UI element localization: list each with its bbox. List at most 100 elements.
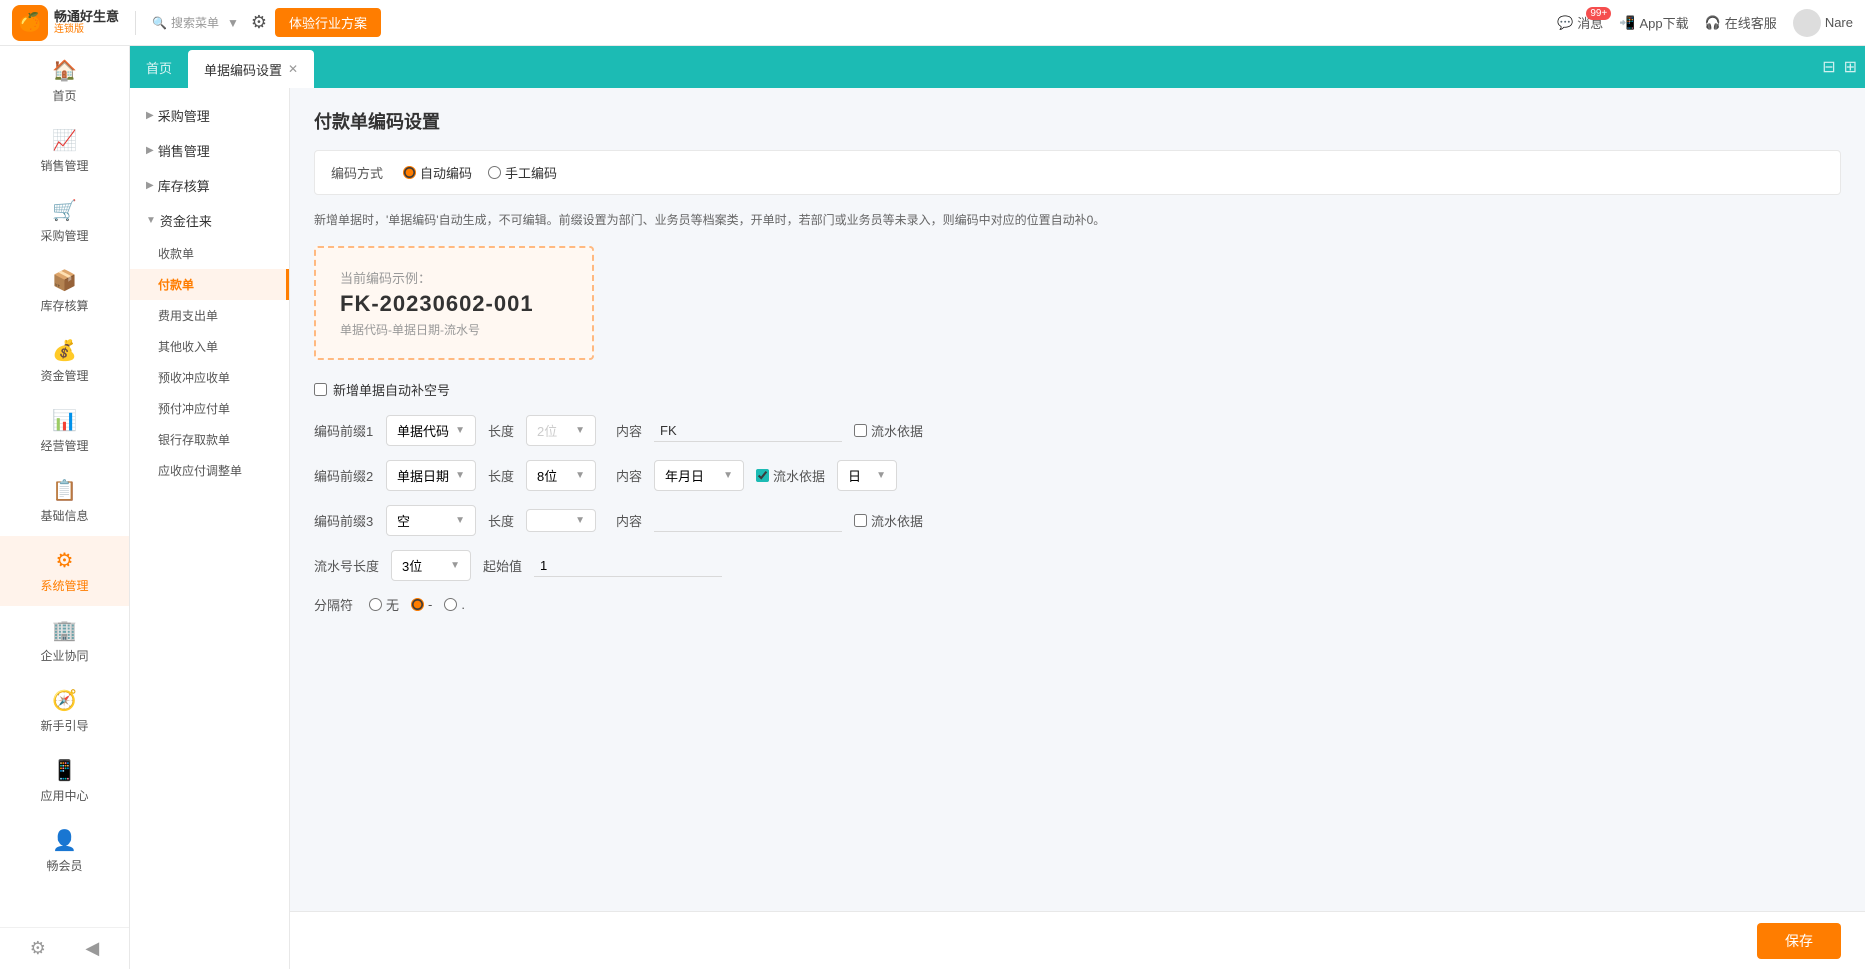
prefix3-length-select[interactable]: ▼ xyxy=(526,509,596,532)
prefix2-serial-checkbox[interactable] xyxy=(756,469,769,482)
menu-group-capital: ▼ 资金往来 收款单 付款单 费用支出单 其他收入单 预收冲应收单 预付冲应付单… xyxy=(130,203,289,486)
sidebar-item-enterprise[interactable]: 🏢 企业协同 xyxy=(0,606,129,676)
prefix1-length-label: 长度 xyxy=(488,421,514,440)
purchase-icon: 🛒 xyxy=(52,198,77,223)
prefix1-length-select[interactable]: 2位 ▼ xyxy=(526,415,596,446)
experience-button[interactable]: 体验行业方案 xyxy=(275,8,381,37)
menu-item-bank-deposit[interactable]: 银行存取款单 xyxy=(130,424,289,455)
menu-item-adjust[interactable]: 应收应付调整单 xyxy=(130,455,289,486)
dropdown-arrow-icon[interactable]: ▼ xyxy=(227,16,239,30)
separator-none-radio[interactable] xyxy=(369,598,382,611)
prefix1-value: 单据代码 xyxy=(397,421,449,440)
tab-encode-label: 单据编码设置 xyxy=(204,60,282,79)
sidebar-item-sales[interactable]: 📈 销售管理 xyxy=(0,116,129,186)
prefix3-label: 编码前缀3 xyxy=(314,511,374,530)
start-value-input[interactable] xyxy=(534,555,722,577)
menu-item-other-income[interactable]: 其他收入单 xyxy=(130,331,289,362)
prefix3-content-label: 内容 xyxy=(616,511,642,530)
prefix2-content-select[interactable]: 年月日 ▼ xyxy=(654,460,744,491)
inner-layout: ▶ 采购管理 ▶ 销售管理 ▶ 库存核算 xyxy=(130,88,1865,969)
prefix1-row: 编码前缀1 单据代码 ▼ 长度 2位 ▼ 内容 xyxy=(314,415,1841,446)
user-item[interactable]: Nare xyxy=(1793,9,1853,37)
menu-group-purchase: ▶ 采购管理 xyxy=(130,98,289,133)
menu-item-payment[interactable]: 付款单 xyxy=(130,269,289,300)
separator-dash[interactable]: - xyxy=(411,597,432,612)
capital-group-label: 资金往来 xyxy=(160,211,212,230)
prefix1-select[interactable]: 单据代码 ▼ xyxy=(386,415,476,446)
message-item[interactable]: 💬 消息 99+ xyxy=(1557,13,1603,32)
enterprise-icon: 🏢 xyxy=(52,618,77,643)
save-button[interactable]: 保存 xyxy=(1757,923,1841,959)
headset-icon: 🎧 xyxy=(1705,15,1721,31)
prefix3-select[interactable]: 空 ▼ xyxy=(386,505,476,536)
sidebar-collapse-button[interactable]: ◀ xyxy=(85,938,99,959)
minimize-icon[interactable]: ⊟ xyxy=(1822,57,1835,77)
manual-code-radio[interactable]: 手工编码 xyxy=(488,163,557,182)
sidebar: 🏠 首页 📈 销售管理 🛒 采购管理 📦 库存核算 💰 资金管理 📊 经营管理 … xyxy=(0,46,130,969)
home-icon: 🏠 xyxy=(52,58,77,83)
sidebar-item-member[interactable]: 👤 畅会员 xyxy=(0,816,129,886)
menu-group-sales-title[interactable]: ▶ 销售管理 xyxy=(130,133,289,168)
prefix1-serial-checkbox[interactable] xyxy=(854,424,867,437)
auto-code-radio[interactable]: 自动编码 xyxy=(403,163,472,182)
separator-dot[interactable]: . xyxy=(444,597,465,612)
prefix3-content-input[interactable] xyxy=(654,510,842,532)
serial-length-select[interactable]: 3位 ▼ xyxy=(391,550,471,581)
sidebar-item-app[interactable]: 📱 应用中心 xyxy=(0,746,129,816)
prefix2-length-select[interactable]: 8位 ▼ xyxy=(526,460,596,491)
menu-item-expense[interactable]: 费用支出单 xyxy=(130,300,289,331)
prefix2-label: 编码前缀2 xyxy=(314,466,374,485)
sidebar-item-system-label: 系统管理 xyxy=(40,577,88,594)
capital-arrow-icon: ▼ xyxy=(146,215,156,226)
separator-dot-radio[interactable] xyxy=(444,598,457,611)
sidebar-item-inventory[interactable]: 📦 库存核算 xyxy=(0,256,129,326)
sidebar-item-purchase-label: 采购管理 xyxy=(40,227,88,244)
sidebar-item-operation[interactable]: 📊 经营管理 xyxy=(0,396,129,466)
settings-icon[interactable]: ⚙ xyxy=(251,12,267,33)
sidebar-item-basic[interactable]: 📋 基础信息 xyxy=(0,466,129,536)
online-service-item[interactable]: 🎧 在线客服 xyxy=(1705,13,1777,32)
separator-dash-radio[interactable] xyxy=(411,598,424,611)
code-preview-label: 当前编码示例： xyxy=(340,268,568,287)
app-download-item[interactable]: 📲 App下载 xyxy=(1619,13,1688,32)
sidebar-item-home[interactable]: 🏠 首页 xyxy=(0,46,129,116)
start-value-label: 起始值 xyxy=(483,556,522,575)
maximize-icon[interactable]: ⊞ xyxy=(1844,57,1857,77)
prefix2-content-arrow-icon: ▼ xyxy=(723,470,733,481)
sidebar-item-app-label: 应用中心 xyxy=(40,787,88,804)
menu-item-prepaid-receivable[interactable]: 预收冲应收单 xyxy=(130,362,289,393)
sidebar-item-system[interactable]: ⚙ 系统管理 xyxy=(0,536,129,606)
tab-close-icon[interactable]: ✕ xyxy=(288,62,298,76)
sidebar-item-inventory-label: 库存核算 xyxy=(40,297,88,314)
auto-fill-checkbox[interactable] xyxy=(314,383,327,396)
prefix1-label: 编码前缀1 xyxy=(314,421,374,440)
prefix3-serial-checkbox[interactable] xyxy=(854,514,867,527)
menu-item-prepaid-payable[interactable]: 预付冲应付单 xyxy=(130,393,289,424)
auto-code-radio-input[interactable] xyxy=(403,166,416,179)
search-menu-button[interactable]: 🔍 搜索菜单 xyxy=(152,14,219,31)
menu-group-purchase-title[interactable]: ▶ 采购管理 xyxy=(130,98,289,133)
prefix2-content-value: 年月日 xyxy=(665,466,704,485)
prefix3-length-arrow-icon: ▼ xyxy=(575,515,585,526)
tab-home[interactable]: 首页 xyxy=(130,46,188,88)
prefix3-serial-check[interactable]: 流水依据 xyxy=(854,511,923,530)
tab-encode-setting[interactable]: 单据编码设置 ✕ xyxy=(188,50,314,88)
sidebar-item-purchase[interactable]: 🛒 采购管理 xyxy=(0,186,129,256)
prefix1-content-input[interactable] xyxy=(654,420,842,442)
prefix2-serial-check[interactable]: 流水依据 xyxy=(756,466,825,485)
prefix2-select[interactable]: 单据日期 ▼ xyxy=(386,460,476,491)
menu-group-capital-title[interactable]: ▼ 资金往来 xyxy=(130,203,289,238)
sidebar-item-finance[interactable]: 💰 资金管理 xyxy=(0,326,129,396)
menu-item-receipts[interactable]: 收款单 xyxy=(130,238,289,269)
left-menu: ▶ 采购管理 ▶ 销售管理 ▶ 库存核算 xyxy=(130,88,290,969)
sidebar-settings-button[interactable]: ⚙ xyxy=(30,938,46,959)
prefix2-period-select[interactable]: 日 ▼ xyxy=(837,460,897,491)
prefix3-serial-label: 流水依据 xyxy=(871,511,923,530)
separator-none[interactable]: 无 xyxy=(369,595,399,614)
manual-code-radio-input[interactable] xyxy=(488,166,501,179)
sidebar-item-enterprise-label: 企业协同 xyxy=(40,647,88,664)
sales-arrow-icon: ▶ xyxy=(146,145,154,156)
sidebar-item-guide[interactable]: 🧭 新手引导 xyxy=(0,676,129,746)
prefix1-serial-check[interactable]: 流水依据 xyxy=(854,421,923,440)
menu-group-inventory-title[interactable]: ▶ 库存核算 xyxy=(130,168,289,203)
